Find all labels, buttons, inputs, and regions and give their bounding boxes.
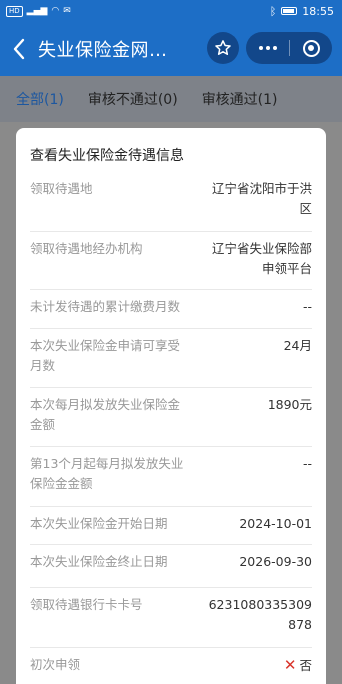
row-label: 本次失业保险金申请可享受月数 [30, 338, 181, 373]
info-row: 未计发待遇的累计缴费月数 -- [30, 290, 312, 329]
status-left: HD ▂▄▆ ◠ ✉ [6, 5, 71, 17]
row-label: 本次每月拟发放失业保险金金额 [30, 397, 181, 432]
row-label: 领取待遇银行卡卡号 [30, 597, 143, 612]
status-right: ᛒ 18:55 [270, 5, 334, 18]
more-dot [265, 46, 270, 50]
first-claim-value: ✕ 否 [284, 655, 312, 684]
info-row: 本次失业保险金终止日期 2026-09-30 [30, 545, 312, 588]
row-value: -- [302, 456, 312, 471]
info-row: 领取待遇地经办机构 辽宁省失业保险部申领平台 [30, 232, 312, 290]
mini-program-capsule [246, 32, 332, 64]
more-dot [272, 46, 277, 50]
star-icon [215, 40, 231, 55]
status-bar: HD ▂▄▆ ◠ ✉ ᛒ 18:55 [0, 0, 342, 22]
row-label: 领取待遇地 [30, 181, 93, 196]
row-label: 未计发待遇的累计缴费月数 [30, 299, 181, 314]
info-row: 第13个月起每月拟发放失业保险金金额 -- [30, 447, 312, 507]
row-value: 2026-09-30 [239, 554, 312, 569]
info-row: 本次失业保险金申请可享受月数 24月 [30, 329, 312, 388]
tab-approved[interactable]: 审核通过(1) [202, 89, 278, 109]
info-row: 领取待遇银行卡卡号 6231080335309878 [30, 588, 312, 648]
battery-icon [281, 7, 298, 15]
row-value: 2024-10-01 [239, 516, 312, 531]
modal-title: 查看失业保险金待遇信息 [30, 148, 184, 164]
info-row: 初次申领 ✕ 否 [30, 648, 312, 684]
ring-center [308, 45, 314, 51]
info-row: 领取待遇地 辽宁省沈阳市于洪区 [30, 172, 312, 232]
tab-rejected[interactable]: 审核不通过(0) [88, 89, 178, 109]
status-time: 18:55 [302, 4, 334, 18]
row-label: 领取待遇地经办机构 [30, 241, 143, 256]
favorite-button[interactable] [207, 32, 239, 64]
row-value: 24月 [283, 338, 312, 353]
top-bar: HD ▂▄▆ ◠ ✉ ᛒ 18:55 失业保险金网… [0, 0, 342, 76]
benefit-info-modal: 查看失业保险金待遇信息 领取待遇地 辽宁省沈阳市于洪区 领取待遇地经办机构 辽宁… [16, 128, 326, 684]
info-row: 本次失业保险金开始日期 2024-10-01 [30, 507, 312, 545]
back-button[interactable] [0, 22, 38, 76]
cross-icon: ✕ [283, 656, 297, 674]
row-value: 否 [299, 658, 312, 673]
more-button[interactable] [246, 46, 289, 50]
target-close-icon [302, 39, 320, 57]
wifi-icon: ◠ [51, 6, 60, 16]
notification-icon: ✉ [63, 6, 71, 16]
row-label: 初次申领 [30, 657, 81, 672]
row-label: 第13个月起每月拟发放失业保险金金额 [30, 456, 184, 491]
row-value: 6231080335309878 [208, 597, 312, 632]
bluetooth-icon: ᛒ [269, 4, 277, 18]
signal-icon: ▂▄▆ [26, 6, 48, 16]
info-row: 本次每月拟发放失业保险金金额 1890元 [30, 388, 312, 447]
more-dots-icon [258, 46, 263, 50]
row-value: 辽宁省失业保险部申领平台 [211, 241, 312, 276]
hd-indicator: HD [6, 5, 23, 17]
row-value: 辽宁省沈阳市于洪区 [211, 181, 312, 216]
row-value: 1890元 [267, 397, 312, 412]
row-value: -- [302, 299, 312, 314]
row-label: 本次失业保险金开始日期 [30, 516, 168, 531]
nav-bar: 失业保险金网… [0, 22, 342, 76]
row-label: 本次失业保险金终止日期 [30, 554, 168, 569]
filter-tabs: 全部(1) 审核不通过(0) 审核通过(1) [0, 76, 342, 122]
close-button[interactable] [290, 39, 332, 57]
page-title: 失业保险金网… [38, 40, 168, 61]
chevron-left-icon [13, 38, 25, 60]
tab-all[interactable]: 全部(1) [16, 89, 64, 109]
